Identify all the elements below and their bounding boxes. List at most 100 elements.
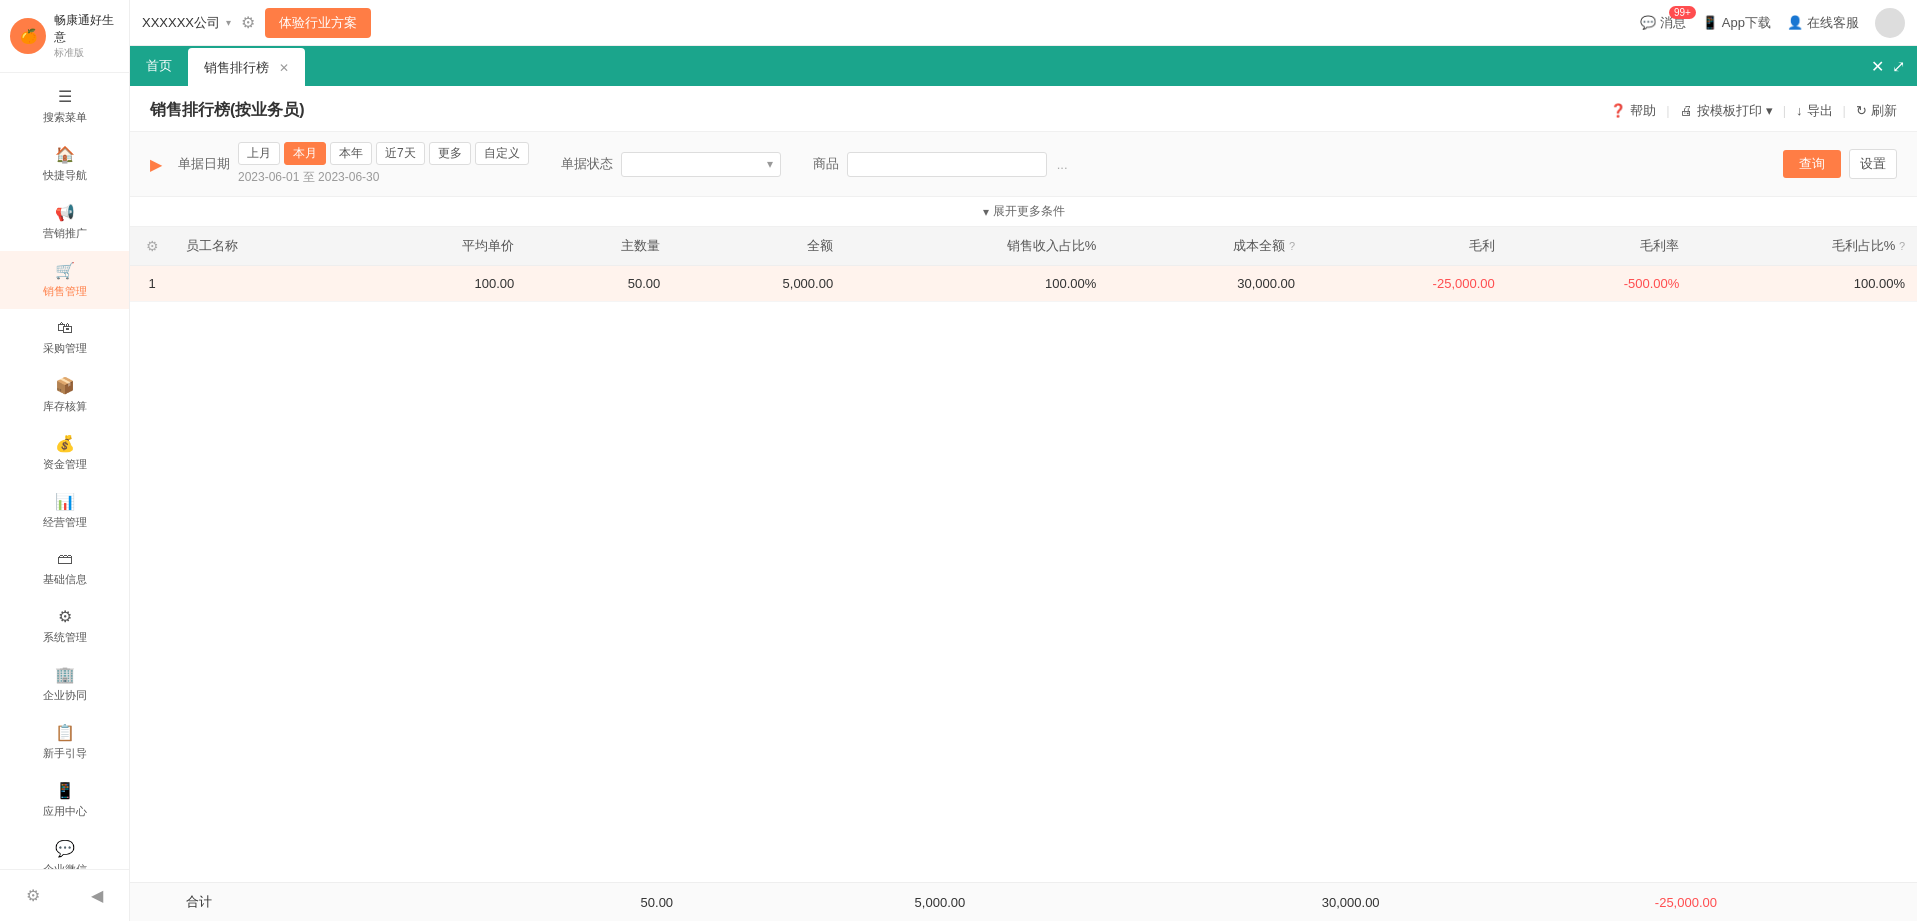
- export-icon: ↓: [1796, 103, 1803, 118]
- summary-cost: 30,000.00: [1071, 883, 1391, 921]
- help-btn[interactable]: ❓ 帮助: [1610, 102, 1656, 120]
- sidebar-icon-marketing: 📢: [55, 203, 75, 222]
- goods-more-icon[interactable]: ...: [1057, 157, 1068, 172]
- summary-empty1: [130, 883, 174, 921]
- template-print-btn[interactable]: 🖨 按模板打印 ▾: [1680, 102, 1773, 120]
- main-area: XXXXXX公司 ▾ ⚙ 体验行业方案 💬 消息 99+ 📱 App下载 👤 在…: [130, 0, 1917, 921]
- export-btn[interactable]: ↓ 导出: [1796, 102, 1833, 120]
- app-download-btn[interactable]: 📱 App下载: [1702, 14, 1771, 32]
- topbar-settings-icon[interactable]: ⚙: [241, 13, 255, 32]
- summary-table: 合计 50.00 5,000.00 30,000.00 -25,000.00: [130, 883, 1917, 921]
- divider1: |: [1666, 103, 1669, 118]
- refresh-btn[interactable]: ↻ 刷新: [1856, 102, 1897, 120]
- tab-sales-rank[interactable]: 销售排行榜 ✕: [188, 48, 305, 88]
- online-service-btn[interactable]: 👤 在线客服: [1787, 14, 1859, 32]
- sidebar-item-enterprise[interactable]: 🏢 企业协同: [0, 655, 129, 713]
- goods-filter-label: 商品: [813, 155, 839, 173]
- settings-icon[interactable]: ⚙: [20, 880, 46, 911]
- page-header: 销售排行榜(按业务员) ❓ 帮助 | 🖨 按模板打印 ▾ | ↓ 导出 |: [130, 86, 1917, 132]
- sidebar-item-purchase[interactable]: 🛍 采购管理: [0, 309, 129, 366]
- sidebar-item-app-center[interactable]: 📱 应用中心: [0, 771, 129, 829]
- sidebar-logo: 🍊 畅康通好生意 标准版: [0, 0, 129, 73]
- topbar: XXXXXX公司 ▾ ⚙ 体验行业方案 💬 消息 99+ 📱 App下载 👤 在…: [130, 0, 1917, 46]
- filter-right-group: 查询 设置: [1783, 149, 1897, 179]
- sidebar: 🍊 畅康通好生意 标准版 ☰ 搜索菜单 🏠 快捷导航 📢 营销推广 🛒 销售管理…: [0, 0, 130, 921]
- divider2: |: [1783, 103, 1786, 118]
- filter-toggle-btn[interactable]: ▶: [150, 155, 162, 174]
- date-range-display: 2023-06-01 至 2023-06-30: [238, 169, 529, 186]
- sidebar-item-inventory[interactable]: 📦 库存核算: [0, 366, 129, 424]
- cell-amount: 5,000.00: [672, 266, 845, 302]
- tab-close-icon[interactable]: ✕: [279, 61, 289, 75]
- sidebar-icon-basic-info: 🗃: [57, 550, 73, 568]
- table-header-row: ⚙ 员工名称 平均单价 主数量 全额: [130, 227, 1917, 266]
- sidebar-label-search-order: 搜索菜单: [43, 110, 87, 125]
- cell-gross: -25,000.00: [1307, 266, 1507, 302]
- sidebar-item-sales[interactable]: 🛒 销售管理: [0, 251, 129, 309]
- sidebar-label-finance: 资金管理: [43, 457, 87, 472]
- date-filter-group: 上月 本月 本年 近7天 更多 自定义 2023-06-01 至 2023-06…: [238, 142, 529, 186]
- service-label: 在线客服: [1807, 14, 1859, 32]
- company-name: XXXXXX公司: [142, 14, 220, 32]
- sidebar-icon-inventory: 📦: [55, 376, 75, 395]
- gross-pct-help-icon[interactable]: ?: [1899, 240, 1905, 252]
- sidebar-item-wechat[interactable]: 💬 企业微信: [0, 829, 129, 869]
- message-btn[interactable]: 💬 消息 99+: [1640, 14, 1686, 32]
- summary-gross: -25,000.00: [1392, 883, 1729, 921]
- sidebar-item-finance[interactable]: 💰 资金管理: [0, 424, 129, 482]
- goods-input[interactable]: [847, 152, 1047, 177]
- sidebar-item-basic-info[interactable]: 🗃 基础信息: [0, 540, 129, 597]
- summary-gross-pct: [1823, 883, 1917, 921]
- service-icon: 👤: [1787, 15, 1803, 30]
- sidebar-icon-finance: 💰: [55, 434, 75, 453]
- sidebar-label-sales: 销售管理: [43, 284, 87, 299]
- col-gross: 毛利: [1307, 227, 1507, 266]
- sidebar-item-system[interactable]: ⚙ 系统管理: [0, 597, 129, 655]
- refresh-icon: ↻: [1856, 103, 1867, 118]
- date-filter-label: 单据日期: [178, 155, 230, 173]
- help-icon: ❓: [1610, 103, 1626, 118]
- cell-quantity: 50.00: [526, 266, 672, 302]
- status-filter-label: 单据状态: [561, 155, 613, 173]
- custom-date-btn[interactable]: 自定义: [475, 142, 529, 165]
- col-name: 员工名称: [174, 227, 350, 266]
- sidebar-item-operations[interactable]: 📊 经营管理: [0, 482, 129, 540]
- tab-home-label: 首页: [146, 57, 172, 75]
- date-filter: 单据日期 上月 本月 本年 近7天 更多 自定义 2023-06-01 至 20…: [178, 142, 529, 186]
- sidebar-item-search-order[interactable]: ☰ 搜索菜单: [0, 77, 129, 135]
- tab-home[interactable]: 首页: [130, 46, 188, 86]
- collapse-icon[interactable]: ◀: [85, 880, 109, 911]
- status-select[interactable]: [621, 152, 781, 177]
- filter-settings-btn[interactable]: 设置: [1849, 149, 1897, 179]
- this-month-btn[interactable]: 本月: [284, 142, 326, 165]
- tab-close-all-icon[interactable]: ✕: [1871, 57, 1884, 76]
- sidebar-bottom: ⚙ ◀: [0, 869, 129, 921]
- company-selector[interactable]: XXXXXX公司 ▾: [142, 14, 231, 32]
- sidebar-nav: ☰ 搜索菜单 🏠 快捷导航 📢 营销推广 🛒 销售管理 🛍 采购管理 📦 库存核…: [0, 73, 129, 869]
- sidebar-item-guide[interactable]: 📋 新手引导: [0, 713, 129, 771]
- data-table: ⚙ 员工名称 平均单价 主数量 全额: [130, 227, 1917, 302]
- sidebar-label-inventory: 库存核算: [43, 399, 87, 414]
- page-title: 销售排行榜(按业务员): [150, 100, 305, 121]
- summary-quantity: 50.00: [464, 883, 685, 921]
- cell-name: [174, 266, 350, 302]
- sidebar-item-quick-nav[interactable]: 🏠 快捷导航: [0, 135, 129, 193]
- more-date-btn[interactable]: 更多: [429, 142, 471, 165]
- prev-month-btn[interactable]: 上月: [238, 142, 280, 165]
- expand-conditions-btn[interactable]: ▾ 展开更多条件: [983, 203, 1065, 220]
- table-footer: 合计 50.00 5,000.00 30,000.00 -25,000.00: [130, 882, 1917, 921]
- sidebar-label-wechat: 企业微信: [43, 862, 87, 869]
- query-btn[interactable]: 查询: [1783, 150, 1841, 178]
- logo-title: 畅康通好生意: [54, 12, 119, 46]
- user-avatar[interactable]: [1875, 8, 1905, 38]
- cost-help-icon[interactable]: ?: [1289, 240, 1295, 252]
- tab-expand-icon[interactable]: ⤢: [1892, 57, 1905, 76]
- trial-btn[interactable]: 体验行业方案: [265, 8, 371, 38]
- sidebar-item-marketing[interactable]: 📢 营销推广: [0, 193, 129, 251]
- status-select-wrapper: [621, 152, 781, 177]
- this-year-btn[interactable]: 本年: [330, 142, 372, 165]
- col-settings-icon[interactable]: ⚙: [146, 238, 159, 254]
- last7-btn[interactable]: 近7天: [376, 142, 425, 165]
- tab-sales-rank-label: 销售排行榜: [204, 59, 269, 77]
- tabbar: 首页 销售排行榜 ✕ ✕ ⤢: [130, 46, 1917, 86]
